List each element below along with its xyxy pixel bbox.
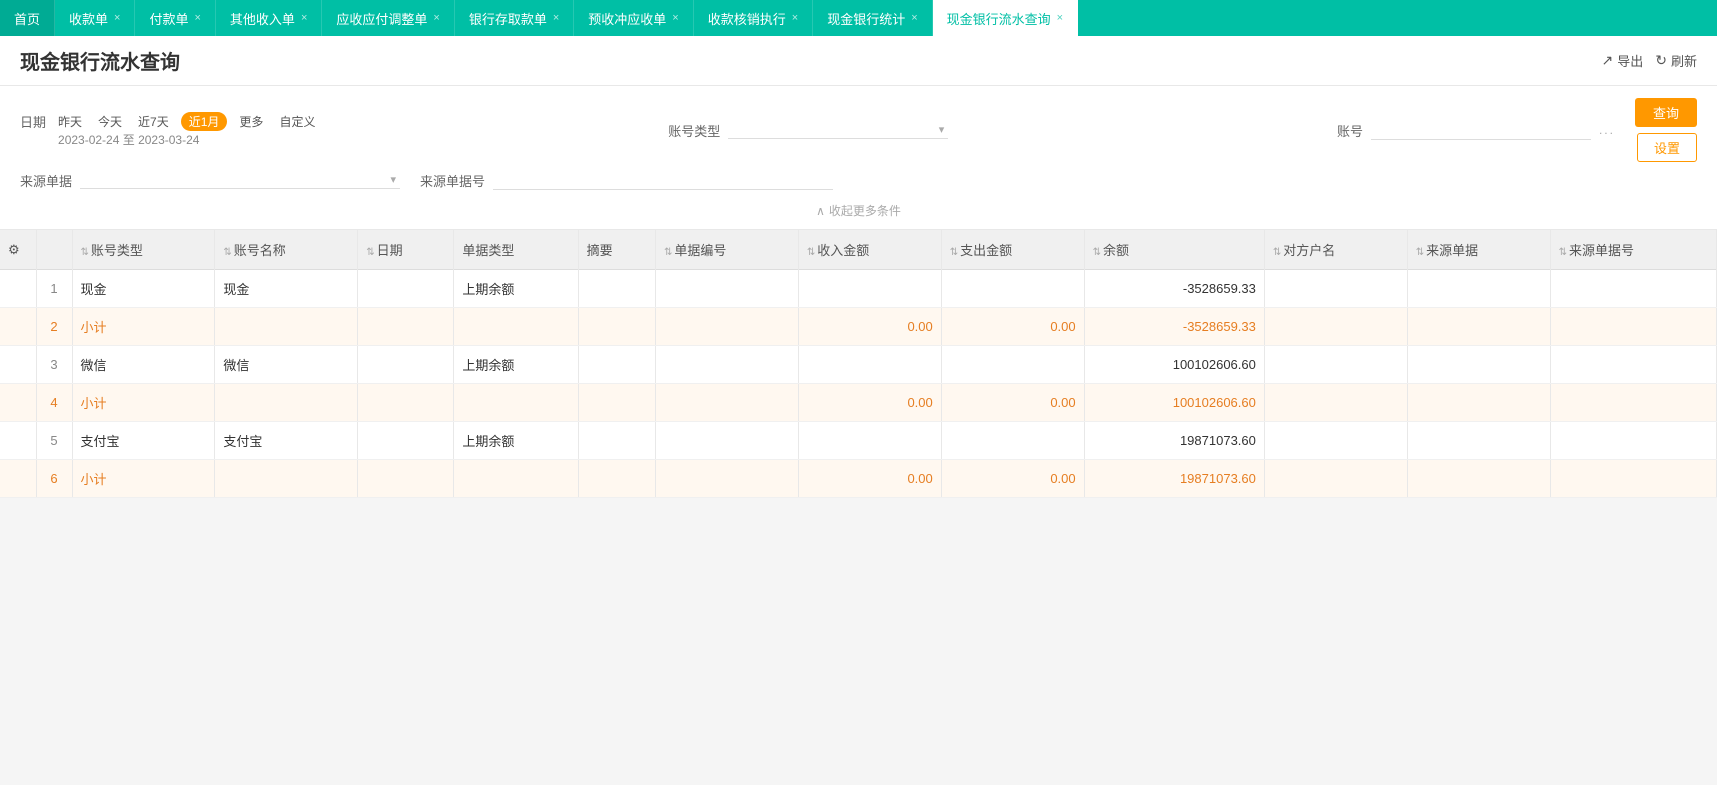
close-icon[interactable]: × <box>792 12 798 24</box>
query-button[interactable]: 查询 <box>1635 98 1697 127</box>
source-doc-no-label: 来源单据号 <box>420 171 485 190</box>
date-range-display: 2023-02-24 至 2023-03-24 <box>58 131 319 148</box>
export-icon: ↗ <box>1602 52 1614 69</box>
refresh-icon: ↻ <box>1655 52 1667 69</box>
date-options: 昨天 今天 近7天 近1月 更多 自定义 <box>54 112 319 131</box>
sort-icon: ⇅ <box>366 247 374 258</box>
sort-icon: ⇅ <box>223 247 231 258</box>
col-doc-no[interactable]: ⇅单据编号 <box>655 230 798 270</box>
col-balance[interactable]: ⇅余额 <box>1084 230 1264 270</box>
nav-home[interactable]: 首页 <box>0 0 55 36</box>
source-doc-select[interactable]: ▾ <box>80 171 400 189</box>
close-icon[interactable]: × <box>1057 12 1063 24</box>
nav-advance[interactable]: 预收冲应收单 × <box>574 0 693 36</box>
sort-icon: ⇅ <box>81 247 89 258</box>
nav-adjustment[interactable]: 应收应付调整单 × <box>322 0 454 36</box>
filter-area: 日期 昨天 今天 近7天 近1月 更多 自定义 2023-02-24 至 202… <box>0 86 1717 230</box>
col-source-doc-no[interactable]: ⇅来源单据号 <box>1550 230 1716 270</box>
col-num <box>36 230 72 270</box>
nav-verification[interactable]: 收款核销执行 × <box>694 0 813 36</box>
source-doc-no-filter: 来源单据号 <box>420 170 833 190</box>
table-row: 5支付宝支付宝上期余额19871073.60 <box>0 422 1717 460</box>
account-input[interactable] <box>1371 120 1591 140</box>
account-type-filter: 账号类型 ▾ <box>668 121 988 140</box>
filter-row-1: 日期 昨天 今天 近7天 近1月 更多 自定义 2023-02-24 至 202… <box>20 98 1697 162</box>
source-doc-label: 来源单据 <box>20 171 72 190</box>
table-row: 1现金现金上期余额-3528659.33 <box>0 270 1717 308</box>
filter-row-2: 来源单据 ▾ 来源单据号 <box>20 170 1697 190</box>
sort-icon: ⇅ <box>664 247 672 258</box>
gear-icon <box>8 242 20 257</box>
table-row: 3微信微信上期余额100102606.60 <box>0 346 1717 384</box>
chevron-down-icon: ▾ <box>390 173 396 186</box>
account-filter: 账号 ... <box>1337 120 1615 140</box>
date-label: 日期 <box>20 112 46 131</box>
account-more-btn[interactable]: ... <box>1599 123 1615 137</box>
table-header-row: ⇅账号类型 ⇅账号名称 ⇅日期 单据类型 摘要 ⇅单据编号 ⇅收入金额 ⇅支出金… <box>0 230 1717 270</box>
source-doc-no-input[interactable] <box>493 170 833 190</box>
nav-fukuan[interactable]: 付款单 × <box>135 0 215 36</box>
table-area: ⇅账号类型 ⇅账号名称 ⇅日期 单据类型 摘要 ⇅单据编号 ⇅收入金额 ⇅支出金… <box>0 230 1717 498</box>
col-date[interactable]: ⇅日期 <box>358 230 454 270</box>
nav-other-income[interactable]: 其他收入单 × <box>216 0 322 36</box>
sort-icon: ⇅ <box>1559 247 1567 258</box>
date-filter-group: 日期 昨天 今天 近7天 近1月 更多 自定义 2023-02-24 至 202… <box>20 112 319 148</box>
close-icon[interactable]: × <box>194 12 200 24</box>
chevron-down-icon: ▾ <box>939 123 945 136</box>
export-button[interactable]: ↗ 导出 <box>1602 51 1644 70</box>
collapse-label: 收起更多条件 <box>829 202 901 219</box>
date-more[interactable]: 更多 <box>235 112 267 131</box>
col-counterpart[interactable]: ⇅对方户名 <box>1264 230 1407 270</box>
sort-icon: ⇅ <box>1416 247 1424 258</box>
nav-bank-deposit[interactable]: 银行存取款单 × <box>455 0 574 36</box>
table-body: 1现金现金上期余额-3528659.332小计0.000.00-3528659.… <box>0 270 1717 498</box>
data-table: ⇅账号类型 ⇅账号名称 ⇅日期 单据类型 摘要 ⇅单据编号 ⇅收入金额 ⇅支出金… <box>0 230 1717 498</box>
close-icon[interactable]: × <box>553 12 559 24</box>
close-icon[interactable]: × <box>911 12 917 24</box>
account-label: 账号 <box>1337 121 1363 140</box>
col-account-name[interactable]: ⇅账号名称 <box>215 230 358 270</box>
col-doc-type: 单据类型 <box>454 230 578 270</box>
date-today[interactable]: 今天 <box>94 112 126 131</box>
account-type-label: 账号类型 <box>668 121 720 140</box>
sort-icon: ⇅ <box>950 247 958 258</box>
date-7days[interactable]: 近7天 <box>134 112 173 131</box>
table-row: 6小计0.000.0019871073.60 <box>0 460 1717 498</box>
header-actions: ↗ 导出 ↻ 刷新 <box>1602 51 1698 70</box>
collapse-bar[interactable]: ∧ 收起更多条件 <box>20 198 1697 219</box>
account-type-select[interactable]: ▾ <box>728 121 948 139</box>
top-navigation: 首页 收款单 × 付款单 × 其他收入单 × 应收应付调整单 × 银行存取款单 … <box>0 0 1717 36</box>
col-expense[interactable]: ⇅支出金额 <box>941 230 1084 270</box>
date-1month[interactable]: 近1月 <box>181 112 228 131</box>
nav-bank-stats[interactable]: 现金银行统计 × <box>813 0 932 36</box>
col-summary: 摘要 <box>578 230 655 270</box>
date-yesterday[interactable]: 昨天 <box>54 112 86 131</box>
settings-button[interactable]: 设置 <box>1637 133 1697 162</box>
close-icon[interactable]: × <box>433 12 439 24</box>
sort-icon: ⇅ <box>1273 247 1281 258</box>
col-account-type[interactable]: ⇅账号类型 <box>72 230 215 270</box>
date-options-group: 昨天 今天 近7天 近1月 更多 自定义 2023-02-24 至 2023-0… <box>54 112 319 148</box>
date-custom[interactable]: 自定义 <box>275 112 319 131</box>
nav-shoukuan[interactable]: 收款单 × <box>55 0 135 36</box>
sort-icon: ⇅ <box>807 247 815 258</box>
action-buttons: 查询 设置 <box>1635 98 1697 162</box>
col-source-doc[interactable]: ⇅来源单据 <box>1407 230 1550 270</box>
sort-icon: ⇅ <box>1093 247 1101 258</box>
close-icon[interactable]: × <box>114 12 120 24</box>
page-title: 现金银行流水查询 <box>20 46 180 75</box>
refresh-button[interactable]: ↻ 刷新 <box>1655 51 1697 70</box>
table-row: 4小计0.000.00100102606.60 <box>0 384 1717 422</box>
close-icon[interactable]: × <box>672 12 678 24</box>
col-settings[interactable] <box>0 230 36 270</box>
chevron-up-icon: ∧ <box>816 204 825 218</box>
close-icon[interactable]: × <box>301 12 307 24</box>
nav-bank-flow[interactable]: 现金银行流水查询 × <box>933 0 1078 36</box>
page-header: 现金银行流水查询 ↗ 导出 ↻ 刷新 <box>0 36 1717 86</box>
col-income[interactable]: ⇅收入金额 <box>798 230 941 270</box>
table-row: 2小计0.000.00-3528659.33 <box>0 308 1717 346</box>
source-doc-filter: 来源单据 ▾ <box>20 171 400 190</box>
